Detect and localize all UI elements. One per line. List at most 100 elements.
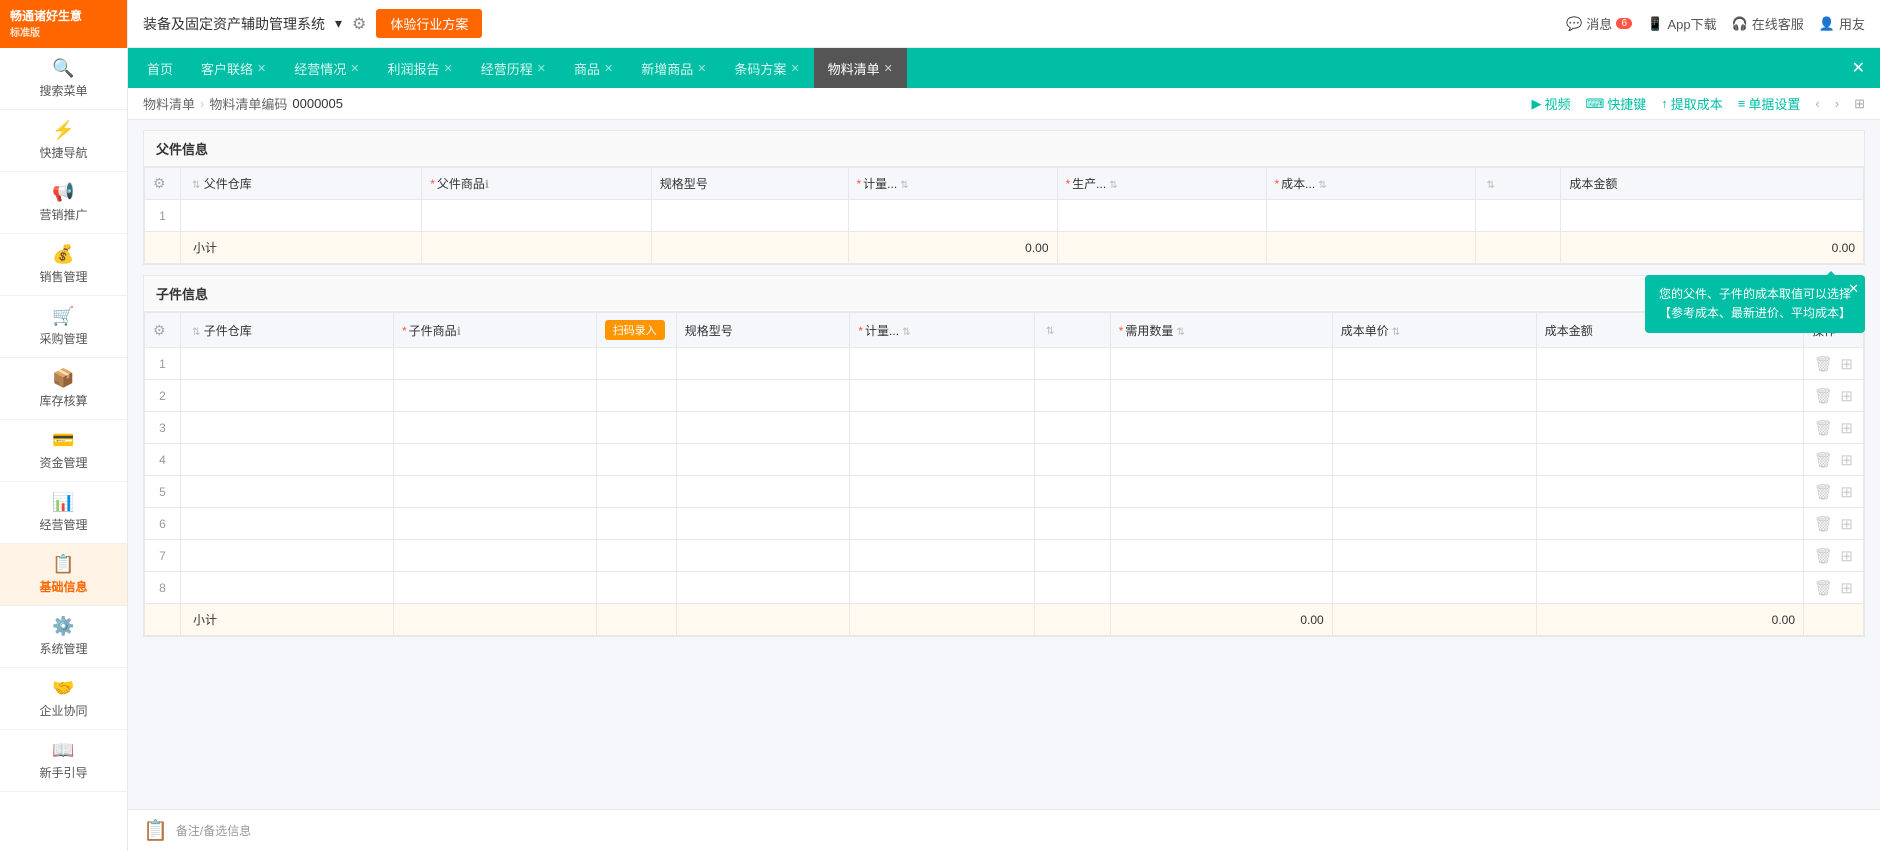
child-unit-6[interactable] xyxy=(850,508,1035,540)
message-button[interactable]: 💬 消息 6 xyxy=(1566,14,1632,33)
sidebar-item-sales[interactable]: 💰 销售管理 xyxy=(0,234,127,296)
copy-row-5-icon[interactable]: ⊞ xyxy=(1840,484,1853,501)
child-warehouse-3[interactable] xyxy=(181,412,394,444)
child-cost-price-7[interactable] xyxy=(1332,540,1536,572)
delete-row-2-icon[interactable]: 🗑 xyxy=(1814,388,1833,405)
child-extra-7[interactable] xyxy=(1034,540,1110,572)
child-extra-2[interactable] xyxy=(1034,380,1110,412)
nav-tab-close-4[interactable]: ✕ xyxy=(537,62,546,75)
nav-tab-close-8[interactable]: ✕ xyxy=(884,62,893,75)
copy-row-4-icon[interactable]: ⊞ xyxy=(1840,452,1853,469)
child-unit-7[interactable] xyxy=(850,540,1035,572)
child-product-5[interactable] xyxy=(394,476,597,508)
child-spec-5[interactable] xyxy=(676,476,850,508)
child-unit-1[interactable] xyxy=(850,348,1035,380)
child-cost-price-1[interactable] xyxy=(1332,348,1536,380)
nav-tab-close-3[interactable]: ✕ xyxy=(444,62,453,75)
user-button[interactable]: 👤 用友 xyxy=(1819,14,1865,33)
nav-prev-icon[interactable]: ‹ xyxy=(1815,96,1819,111)
child-qty-8[interactable] xyxy=(1110,572,1332,604)
copy-row-6-icon[interactable]: ⊞ xyxy=(1840,516,1853,533)
nav-tab-5[interactable]: 商品✕ xyxy=(560,48,627,88)
scan-input-button[interactable]: 扫码录入 xyxy=(605,320,665,340)
child-extra-8[interactable] xyxy=(1034,572,1110,604)
child-scan-7[interactable] xyxy=(596,540,676,572)
parent-product-cell[interactable] xyxy=(422,200,652,232)
parent-spec-cell[interactable] xyxy=(651,200,848,232)
child-extra-5[interactable] xyxy=(1034,476,1110,508)
parent-warehouse-cell[interactable] xyxy=(181,200,422,232)
nav-tab-7[interactable]: 条码方案✕ xyxy=(720,48,813,88)
delete-row-5-icon[interactable]: 🗑 xyxy=(1814,484,1833,501)
child-spec-1[interactable] xyxy=(676,348,850,380)
child-warehouse-2[interactable] xyxy=(181,380,394,412)
sidebar-item-inventory[interactable]: 📦 库存核算 xyxy=(0,358,127,420)
shortcut-button[interactable]: ⌨ 快捷键 xyxy=(1586,94,1647,113)
child-spec-6[interactable] xyxy=(676,508,850,540)
sidebar-item-purchase[interactable]: 🛒 采购管理 xyxy=(0,296,127,358)
app-download-button[interactable]: 📱 App下载 xyxy=(1647,14,1716,33)
sidebar-item-cooperation[interactable]: 🤝 企业协同 xyxy=(0,668,127,730)
nav-tab-2[interactable]: 经营情况✕ xyxy=(280,48,373,88)
parent-unit-cell[interactable] xyxy=(848,200,1057,232)
child-cost-price-5[interactable] xyxy=(1332,476,1536,508)
sidebar-item-search[interactable]: 🔍 搜索菜单 xyxy=(0,48,127,110)
child-warehouse-8[interactable] xyxy=(181,572,394,604)
nav-tab-close-5[interactable]: ✕ xyxy=(604,62,613,75)
delete-row-4-icon[interactable]: 🗑 xyxy=(1814,452,1833,469)
notes-icon[interactable]: 📋 xyxy=(143,818,168,843)
copy-row-7-icon[interactable]: ⊞ xyxy=(1840,548,1853,565)
child-extra-4[interactable] xyxy=(1034,444,1110,476)
child-unit-2[interactable] xyxy=(850,380,1035,412)
child-spec-8[interactable] xyxy=(676,572,850,604)
system-dropdown[interactable]: ▾ xyxy=(335,15,342,32)
copy-row-2-icon[interactable]: ⊞ xyxy=(1840,388,1853,405)
sidebar-item-quick-nav[interactable]: ⚡ 快捷导航 xyxy=(0,110,127,172)
copy-row-8-icon[interactable]: ⊞ xyxy=(1840,580,1853,597)
nav-tab-close-1[interactable]: ✕ xyxy=(257,62,266,75)
child-warehouse-1[interactable] xyxy=(181,348,394,380)
nav-tab-3[interactable]: 利润报告✕ xyxy=(373,48,466,88)
parent-production-cell[interactable] xyxy=(1057,200,1266,232)
child-product-8[interactable] xyxy=(394,572,597,604)
gear-icon[interactable]: ⚙ xyxy=(153,322,166,338)
video-button[interactable]: ▶ 视频 xyxy=(1531,94,1570,113)
child-spec-2[interactable] xyxy=(676,380,850,412)
grid-view-icon[interactable]: ⊞ xyxy=(1854,96,1865,112)
child-spec-4[interactable] xyxy=(676,444,850,476)
nav-tab-1[interactable]: 客户联络✕ xyxy=(187,48,280,88)
child-cost-price-6[interactable] xyxy=(1332,508,1536,540)
nav-tab-close-6[interactable]: ✕ xyxy=(697,62,706,75)
delete-row-1-icon[interactable]: 🗑 xyxy=(1814,356,1833,373)
parent-cost-cell[interactable] xyxy=(1266,200,1475,232)
copy-row-3-icon[interactable]: ⊞ xyxy=(1840,420,1853,437)
child-warehouse-6[interactable] xyxy=(181,508,394,540)
sidebar-item-system[interactable]: ⚙️ 系统管理 xyxy=(0,606,127,668)
delete-row-8-icon[interactable]: 🗑 xyxy=(1814,580,1833,597)
single-settings-button[interactable]: ≡ 单据设置 xyxy=(1738,94,1801,113)
parent-extra-cell[interactable] xyxy=(1475,200,1561,232)
child-warehouse-5[interactable] xyxy=(181,476,394,508)
sidebar-item-basic-info[interactable]: 📋 基础信息 xyxy=(0,544,127,606)
child-scan-3[interactable] xyxy=(596,412,676,444)
child-unit-4[interactable] xyxy=(850,444,1035,476)
nav-tab-6[interactable]: 新增商品✕ xyxy=(627,48,720,88)
settings-gear-icon[interactable]: ⚙ xyxy=(352,14,366,34)
child-extra-1[interactable] xyxy=(1034,348,1110,380)
child-scan-8[interactable] xyxy=(596,572,676,604)
extract-cost-button[interactable]: ↑ 提取成本 xyxy=(1661,94,1723,113)
child-unit-3[interactable] xyxy=(850,412,1035,444)
child-spec-3[interactable] xyxy=(676,412,850,444)
delete-row-7-icon[interactable]: 🗑 xyxy=(1814,548,1833,565)
child-warehouse-4[interactable] xyxy=(181,444,394,476)
nav-next-icon[interactable]: › xyxy=(1835,96,1839,111)
delete-row-3-icon[interactable]: 🗑 xyxy=(1814,420,1833,437)
child-product-4[interactable] xyxy=(394,444,597,476)
nav-tab-close-2[interactable]: ✕ xyxy=(350,62,359,75)
child-qty-4[interactable] xyxy=(1110,444,1332,476)
tooltip-close-button[interactable]: ✕ xyxy=(1848,279,1859,300)
child-scan-6[interactable] xyxy=(596,508,676,540)
child-warehouse-7[interactable] xyxy=(181,540,394,572)
sidebar-item-operations[interactable]: 📊 经营管理 xyxy=(0,482,127,544)
child-unit-5[interactable] xyxy=(850,476,1035,508)
